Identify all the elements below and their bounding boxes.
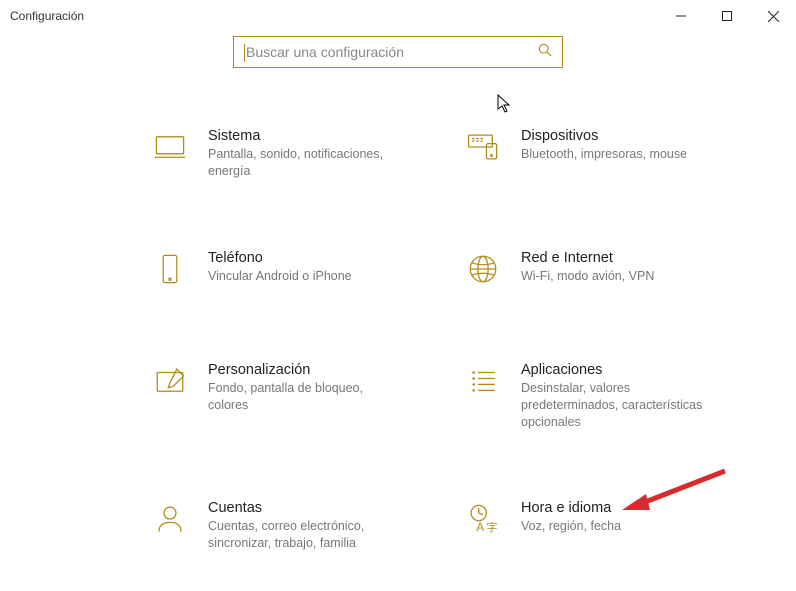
personalization-icon (150, 364, 190, 404)
tile-desc: Desinstalar, valores predeterminados, ca… (521, 380, 703, 431)
search-box[interactable] (233, 36, 563, 68)
tile-desc: Vincular Android o iPhone (208, 268, 390, 285)
close-button[interactable] (750, 0, 796, 32)
tile-desc: Fondo, pantalla de bloqueo, colores (208, 380, 390, 414)
tile-accounts[interactable]: Cuentas Cuentas, correo electrónico, sin… (150, 500, 390, 552)
tile-apps[interactable]: Aplicaciones Desinstalar, valores predet… (463, 362, 703, 431)
tile-time-language[interactable]: A 字 Hora e idioma Voz, región, fecha (463, 500, 703, 552)
text-caret (244, 44, 245, 62)
svg-text:A: A (476, 520, 484, 534)
tile-desc: Bluetooth, impresoras, mouse (521, 146, 703, 163)
settings-grid: Sistema Pantalla, sonido, notificaciones… (0, 128, 796, 552)
tile-system[interactable]: Sistema Pantalla, sonido, notificaciones… (150, 128, 390, 180)
tile-title: Aplicaciones (521, 362, 703, 378)
tile-title: Teléfono (208, 250, 390, 266)
tile-personalization[interactable]: Personalización Fondo, pantalla de bloqu… (150, 362, 390, 431)
system-icon (150, 130, 190, 170)
apps-icon (463, 364, 503, 404)
tile-desc: Wi-Fi, modo avión, VPN (521, 268, 703, 285)
search-input[interactable] (244, 43, 538, 61)
devices-icon (463, 130, 503, 170)
phone-icon (150, 252, 190, 292)
search-icon (538, 43, 552, 62)
accounts-icon (150, 502, 190, 542)
minimize-button[interactable] (658, 0, 704, 32)
mouse-cursor-icon (497, 94, 513, 119)
tile-title: Red e Internet (521, 250, 703, 266)
tile-network[interactable]: Red e Internet Wi-Fi, modo avión, VPN (463, 250, 703, 292)
tile-desc: Voz, región, fecha (521, 518, 703, 535)
globe-icon (463, 252, 503, 292)
tile-title: Hora e idioma (521, 500, 703, 516)
window-title: Configuración (10, 9, 84, 23)
time-language-icon: A 字 (463, 502, 503, 542)
tile-title: Sistema (208, 128, 390, 144)
search-wrap (0, 36, 796, 68)
maximize-button[interactable] (704, 0, 750, 32)
tile-title: Dispositivos (521, 128, 703, 144)
tile-phone[interactable]: Teléfono Vincular Android o iPhone (150, 250, 390, 292)
tile-desc: Pantalla, sonido, notificaciones, energí… (208, 146, 390, 180)
svg-text:字: 字 (486, 520, 497, 534)
tile-devices[interactable]: Dispositivos Bluetooth, impresoras, mous… (463, 128, 703, 180)
titlebar: Configuración (0, 0, 796, 32)
window-buttons (658, 0, 796, 32)
tile-title: Cuentas (208, 500, 390, 516)
tile-title: Personalización (208, 362, 390, 378)
tile-desc: Cuentas, correo electrónico, sincronizar… (208, 518, 390, 552)
